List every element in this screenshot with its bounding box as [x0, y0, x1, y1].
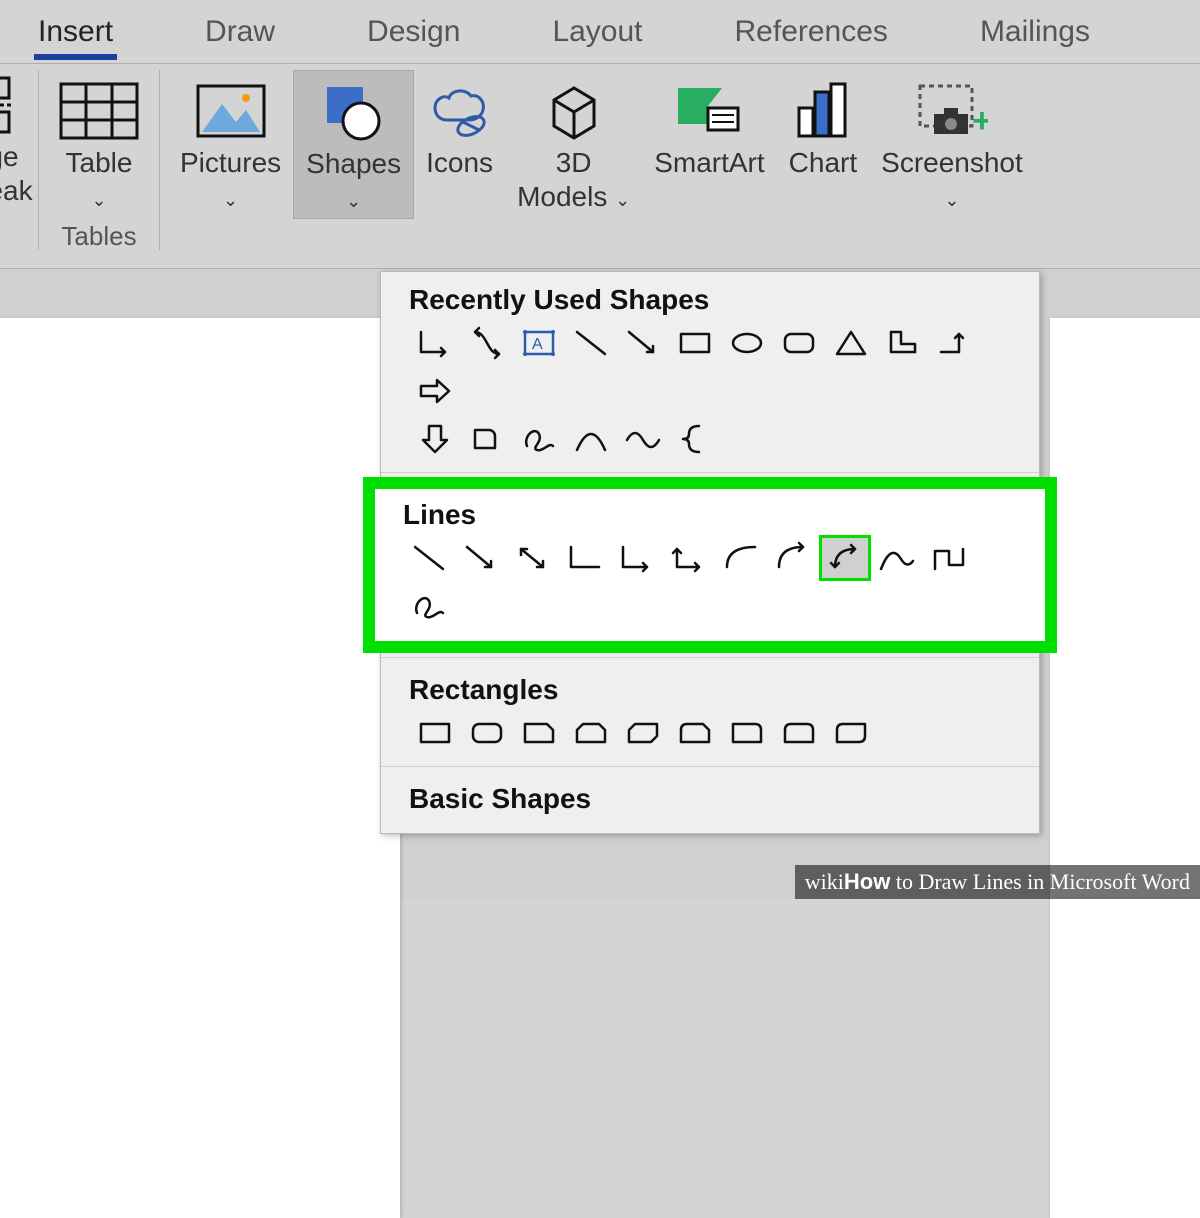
shape-elbow-arrow2[interactable]	[929, 320, 981, 366]
shape-line[interactable]	[403, 535, 455, 581]
shape-rounded-l[interactable]	[461, 416, 513, 462]
category-rectangles-title: Rectangles	[409, 674, 1011, 706]
shape-snip-diagonal[interactable]	[617, 710, 669, 756]
shape-snip-round[interactable]	[669, 710, 721, 756]
separator	[159, 70, 160, 250]
tab-references[interactable]: References	[735, 2, 888, 62]
chart-icon	[793, 76, 853, 146]
shape-round-same-side[interactable]	[773, 710, 825, 756]
group-caption-tables: Tables	[61, 221, 136, 252]
shape-snip-same-side[interactable]	[565, 710, 617, 756]
table-label: Table	[66, 147, 133, 178]
shape-oval[interactable]	[721, 320, 773, 366]
shape-line[interactable]	[565, 320, 617, 366]
separator	[381, 657, 1039, 658]
shape-textbox[interactable]: A	[513, 320, 565, 366]
separator	[381, 766, 1039, 767]
screenshot-button[interactable]: + Screenshot ⌄	[869, 70, 1035, 217]
tab-draw[interactable]: Draw	[205, 2, 275, 62]
screenshot-label: Screenshot	[881, 147, 1023, 178]
3d-models-button[interactable]: 3D Models ⌄	[505, 70, 642, 217]
shape-elbow[interactable]	[559, 535, 611, 581]
shape-curved-arrow[interactable]	[767, 535, 819, 581]
shape-curved-connector[interactable]	[461, 320, 513, 366]
document-page	[0, 318, 400, 1218]
table-icon	[59, 76, 139, 146]
shape-down-arrow[interactable]	[409, 416, 461, 462]
cube-icon	[544, 76, 604, 146]
screenshot-icon: +	[916, 76, 988, 146]
shape-curved[interactable]	[715, 535, 767, 581]
icons-label: Icons	[426, 146, 493, 180]
category-recent-title: Recently Used Shapes	[409, 284, 1011, 316]
category-basic-title: Basic Shapes	[409, 783, 1011, 815]
shape-elbow-arrow[interactable]	[409, 320, 461, 366]
smartart-label: SmartArt	[654, 146, 764, 180]
tab-design[interactable]: Design	[367, 2, 460, 62]
shape-line-arrow[interactable]	[617, 320, 669, 366]
wm-site: wiki	[805, 869, 844, 894]
shapes-label: Shapes	[306, 148, 401, 179]
pictures-label: Pictures	[180, 147, 281, 178]
tab-mailings[interactable]: Mailings	[980, 2, 1090, 62]
chevron-down-icon: ⌄	[944, 190, 959, 210]
page-break-icon	[0, 70, 27, 140]
chevron-down-icon: ⌄	[91, 190, 106, 210]
shape-rounded-rectangle[interactable]	[461, 710, 513, 756]
smartart-icon	[674, 76, 744, 146]
shape-snip-single[interactable]	[513, 710, 565, 756]
pictures-icon	[196, 76, 266, 146]
shape-scribble[interactable]	[403, 583, 455, 629]
shape-elbow-arrow[interactable]	[611, 535, 663, 581]
shapes-icon	[323, 77, 385, 147]
shape-triangle[interactable]	[825, 320, 877, 366]
chart-label: Chart	[789, 146, 857, 180]
3d-models-label: 3D Models	[517, 147, 607, 212]
separator	[381, 472, 1039, 473]
chart-button[interactable]: Chart	[777, 70, 869, 180]
chevron-down-icon: ⌄	[615, 190, 630, 210]
document-page	[1050, 318, 1200, 1218]
shape-line-arrow-double[interactable]	[507, 535, 559, 581]
shape-elbow-arrow-double[interactable]	[663, 535, 715, 581]
shape-line-arrow[interactable]	[455, 535, 507, 581]
pagebreak-label-2: eak	[0, 175, 33, 206]
shape-left-brace[interactable]	[669, 416, 721, 462]
shape-arc[interactable]	[565, 416, 617, 462]
table-button[interactable]: Table ⌄	[47, 70, 151, 217]
icons-button[interactable]: Icons	[414, 70, 505, 180]
shapes-button[interactable]: Shapes ⌄	[293, 70, 414, 219]
category-lines-highlighted: Lines	[363, 477, 1057, 653]
smartart-button[interactable]: SmartArt	[642, 70, 776, 180]
svg-text:+: +	[972, 102, 988, 140]
pagebreak-label-1: ge	[0, 141, 19, 172]
shape-scribble[interactable]	[513, 416, 565, 462]
shape-wave[interactable]	[617, 416, 669, 462]
chevron-down-icon: ⌄	[346, 191, 361, 211]
category-lines-title: Lines	[403, 499, 1017, 531]
shape-curved-arrow-double[interactable]	[819, 535, 871, 581]
separator	[38, 70, 39, 250]
wm-rest: to Draw Lines in Microsoft Word	[890, 869, 1190, 894]
svg-text:A: A	[532, 336, 543, 353]
tab-insert[interactable]: Insert	[38, 2, 113, 62]
wikihow-watermark: wikiHow to Draw Lines in Microsoft Word	[795, 865, 1200, 899]
shape-round-single[interactable]	[721, 710, 773, 756]
shape-rectangle[interactable]	[669, 320, 721, 366]
shape-curve[interactable]	[871, 535, 923, 581]
shape-round-diagonal[interactable]	[825, 710, 877, 756]
shape-l-shape[interactable]	[877, 320, 929, 366]
shape-rectangle[interactable]	[409, 710, 461, 756]
shapes-dropdown-panel: Recently Used Shapes A Lines Rectangles …	[380, 271, 1040, 834]
icons-icon	[429, 76, 491, 146]
shape-rounded-rectangle[interactable]	[773, 320, 825, 366]
chevron-down-icon: ⌄	[223, 190, 238, 210]
tab-layout[interactable]: Layout	[552, 2, 642, 62]
wm-how: How	[844, 869, 890, 894]
page-break-button[interactable]: ge eak	[0, 64, 30, 208]
shape-freeform[interactable]	[923, 535, 975, 581]
pictures-button[interactable]: Pictures ⌄	[168, 70, 293, 217]
shape-right-arrow[interactable]	[409, 368, 461, 414]
